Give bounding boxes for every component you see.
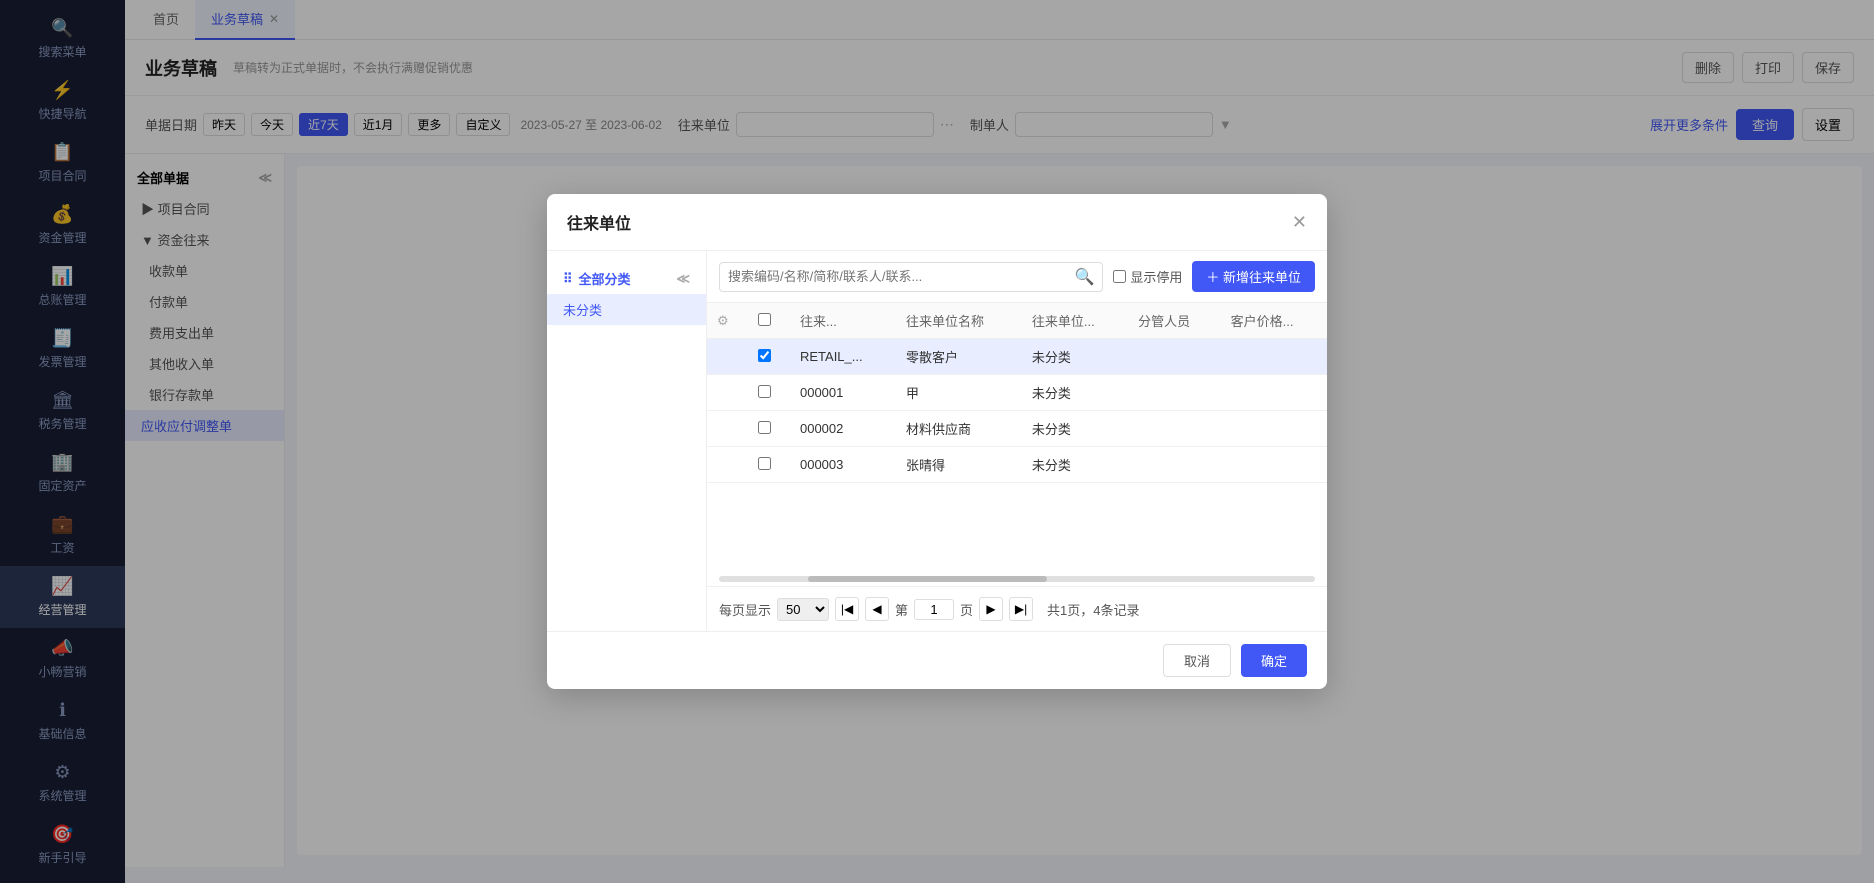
row-price xyxy=(1221,339,1327,375)
show-inactive-checkbox[interactable] xyxy=(1113,270,1126,283)
row-name: 材料供应商 xyxy=(896,411,1022,447)
modal-right-panel: 🔍 显示停用 ＋ 新增往来单位 ⚙ xyxy=(707,251,1327,631)
row-select-checkbox[interactable] xyxy=(758,457,771,470)
page-num-label: 第 xyxy=(895,600,908,619)
add-partner-button[interactable]: ＋ 新增往来单位 xyxy=(1192,261,1315,292)
modal-close-button[interactable]: ✕ xyxy=(1292,212,1307,233)
page-suffix-label: 页 xyxy=(960,600,973,619)
modal-header: 往来单位 ✕ xyxy=(547,194,1327,251)
modal-data-table: ⚙ 往来... 往来单位名称 往来单位... 分管人员 客户价格... xyxy=(707,303,1327,572)
table-header-row: ⚙ 往来... 往来单位名称 往来单位... 分管人员 客户价格... xyxy=(707,303,1327,339)
row-code: 000001 xyxy=(790,375,896,411)
select-all-checkbox[interactable] xyxy=(758,313,771,326)
row-checkbox xyxy=(748,339,790,375)
col-manager: 分管人员 xyxy=(1128,303,1220,339)
cancel-button[interactable]: 取消 xyxy=(1163,644,1231,677)
partner-search-input[interactable] xyxy=(728,269,1070,284)
row-gear xyxy=(707,375,748,411)
all-category-label: 全部分类 xyxy=(579,269,631,288)
row-gear xyxy=(707,447,748,483)
row-code: 000003 xyxy=(790,447,896,483)
row-category: 未分类 xyxy=(1022,447,1128,483)
row-checkbox xyxy=(748,447,790,483)
modal-toolbar: 🔍 显示停用 ＋ 新增往来单位 xyxy=(707,251,1327,303)
row-code: 000002 xyxy=(790,411,896,447)
table-row[interactable]: 000001 甲 未分类 xyxy=(707,375,1327,411)
first-page-button[interactable]: |◀ xyxy=(835,597,859,621)
row-select-checkbox[interactable] xyxy=(758,421,771,434)
row-name: 零散客户 xyxy=(896,339,1022,375)
last-page-button[interactable]: ▶| xyxy=(1009,597,1033,621)
gear-icon[interactable]: ⚙ xyxy=(717,313,729,328)
show-inactive-label[interactable]: 显示停用 xyxy=(1113,267,1182,286)
prev-page-button[interactable]: ◀ xyxy=(865,597,889,621)
row-manager xyxy=(1128,411,1220,447)
row-code: RETAIL_... xyxy=(790,339,896,375)
modal-title: 往来单位 xyxy=(567,210,631,234)
total-records: 共1页，4条记录 xyxy=(1047,600,1139,619)
partner-search-box: 🔍 xyxy=(719,262,1103,292)
row-category: 未分类 xyxy=(1022,375,1128,411)
col-name: 往来单位名称 xyxy=(896,303,1022,339)
row-gear xyxy=(707,339,748,375)
col-price: 客户价格... xyxy=(1221,303,1327,339)
modal-left-panel: ⠿ 全部分类 ≪ 未分类 xyxy=(547,251,707,631)
col-checkbox xyxy=(748,303,790,339)
row-select-checkbox[interactable] xyxy=(758,385,771,398)
pagination: 每页显示 50 100 |◀ ◀ 第 页 ▶ ▶| 共1页，4条记录 xyxy=(707,586,1327,631)
row-price xyxy=(1221,375,1327,411)
table-row[interactable]: RETAIL_... 零散客户 未分类 xyxy=(707,339,1327,375)
partner-modal: 往来单位 ✕ ⠿ 全部分类 ≪ 未分类 xyxy=(547,194,1327,689)
row-name: 张晴得 xyxy=(896,447,1022,483)
next-page-button[interactable]: ▶ xyxy=(979,597,1003,621)
row-category: 未分类 xyxy=(1022,411,1128,447)
left-panel-collapse-icon[interactable]: ≪ xyxy=(676,271,690,287)
row-price xyxy=(1221,411,1327,447)
row-checkbox xyxy=(748,411,790,447)
modal-overlay: 往来单位 ✕ ⠿ 全部分类 ≪ 未分类 xyxy=(0,0,1874,883)
grid-icon: ⠿ xyxy=(563,271,573,287)
per-page-label: 每页显示 xyxy=(719,600,771,619)
row-manager xyxy=(1128,447,1220,483)
unclassified-category[interactable]: 未分类 xyxy=(547,294,706,325)
modal-body: ⠿ 全部分类 ≪ 未分类 🔍 显示停用 xyxy=(547,251,1327,631)
row-manager xyxy=(1128,375,1220,411)
unclassified-label: 未分类 xyxy=(563,303,602,318)
row-checkbox xyxy=(748,375,790,411)
per-page-select[interactable]: 50 100 xyxy=(777,598,829,621)
table-row[interactable]: 000002 材料供应商 未分类 xyxy=(707,411,1327,447)
row-price xyxy=(1221,447,1327,483)
all-category-header[interactable]: ⠿ 全部分类 ≪ xyxy=(547,263,706,294)
row-manager xyxy=(1128,339,1220,375)
search-icon: 🔍 xyxy=(1074,267,1094,287)
col-code: 往来... xyxy=(790,303,896,339)
row-gear xyxy=(707,411,748,447)
confirm-button[interactable]: 确定 xyxy=(1241,644,1307,677)
col-gear: ⚙ xyxy=(707,303,748,339)
table-row[interactable]: 000003 张晴得 未分类 xyxy=(707,447,1327,483)
row-category: 未分类 xyxy=(1022,339,1128,375)
modal-footer: 取消 确定 xyxy=(547,631,1327,689)
horizontal-scrollbar[interactable] xyxy=(707,572,1327,586)
row-select-checkbox[interactable] xyxy=(758,349,771,362)
page-number-input[interactable] xyxy=(914,599,954,620)
col-category: 往来单位... xyxy=(1022,303,1128,339)
row-name: 甲 xyxy=(896,375,1022,411)
